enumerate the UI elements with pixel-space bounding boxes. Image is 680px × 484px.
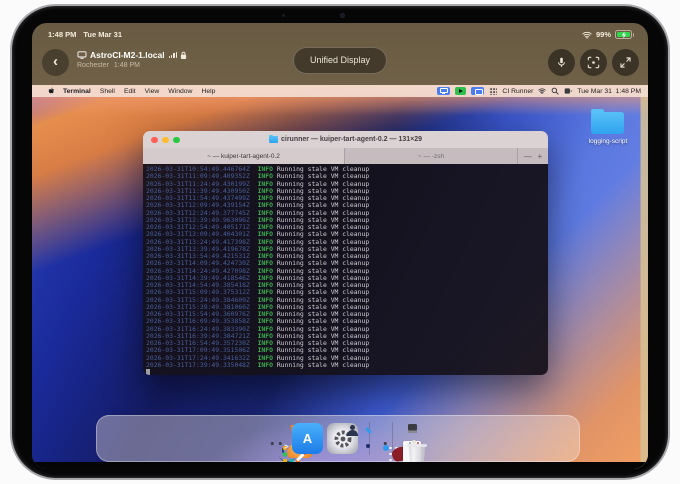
screen-capture-icon bbox=[587, 56, 600, 69]
close-window-button[interactable] bbox=[151, 137, 158, 144]
play-status-icon[interactable] bbox=[455, 87, 466, 96]
dots-grid-status-icon[interactable] bbox=[489, 87, 497, 95]
new-tab-button[interactable]: + bbox=[538, 152, 543, 161]
running-indicator bbox=[279, 442, 282, 445]
fullscreen-icon bbox=[619, 56, 632, 69]
window-folder-icon bbox=[269, 136, 278, 143]
terminal-content[interactable]: 2026-03-31T10:54:49.446764Z INFO Running… bbox=[143, 164, 548, 375]
ambient-sensor bbox=[282, 14, 285, 17]
device-info[interactable]: AstroCI-M2-1.local Rochester 1:48 PM bbox=[77, 50, 187, 69]
tab-kuiper-tart-agent[interactable]: ~ — kuiper-tart-agent-0.2 bbox=[143, 148, 345, 164]
zoom-window-button[interactable] bbox=[173, 137, 180, 144]
chevron-left-icon: ‹ bbox=[53, 53, 58, 70]
terminal-cursor bbox=[146, 369, 150, 375]
log-line: 2026-03-31T17:39:49.335048Z INFO Running… bbox=[146, 362, 548, 369]
letterbox-bar bbox=[32, 462, 648, 469]
running-indicator bbox=[271, 442, 274, 445]
camera-status-icon[interactable] bbox=[471, 87, 484, 96]
menu-edit[interactable]: Edit bbox=[124, 88, 136, 95]
macos-menu-bar: Terminal Shell Edit View Window Help CI … bbox=[32, 85, 648, 97]
desktop-folder-label: logging-script bbox=[572, 138, 644, 145]
apple-logo-icon[interactable] bbox=[48, 87, 55, 95]
charging-bolt-icon bbox=[620, 31, 628, 39]
status-time: 1:48 PM bbox=[48, 30, 76, 39]
session-location: Rochester bbox=[77, 62, 109, 69]
running-indicator bbox=[384, 442, 387, 445]
fullscreen-button[interactable] bbox=[612, 49, 639, 76]
battery-icon bbox=[615, 30, 632, 39]
host-name: AstroCI-M2-1.local bbox=[90, 50, 165, 60]
user-switch-icon[interactable] bbox=[564, 87, 572, 95]
menu-view[interactable]: View bbox=[145, 88, 160, 95]
status-bar: 1:48 PM Tue Mar 31 99% bbox=[32, 23, 648, 42]
signal-bars-icon bbox=[169, 52, 177, 58]
ci-runner-status-item[interactable]: CI Runner bbox=[502, 88, 533, 95]
lock-icon bbox=[180, 51, 187, 60]
battery-percent: 99% bbox=[596, 30, 611, 39]
dock: A bbox=[96, 415, 580, 462]
display-icon bbox=[77, 51, 87, 59]
minimize-window-button[interactable] bbox=[162, 137, 169, 144]
dock-divider bbox=[369, 422, 370, 455]
wifi-icon bbox=[582, 31, 592, 39]
tab-dash-icon: — bbox=[524, 152, 532, 161]
status-date: Tue Mar 31 bbox=[83, 30, 122, 39]
app-store-icon: A bbox=[292, 423, 323, 454]
back-button[interactable]: ‹ bbox=[42, 49, 69, 76]
unified-display-button[interactable]: Unified Display bbox=[293, 47, 387, 74]
menu-wifi-icon[interactable] bbox=[538, 87, 546, 95]
microphone-icon bbox=[555, 56, 568, 69]
menu-shell[interactable]: Shell bbox=[100, 88, 115, 95]
menu-help[interactable]: Help bbox=[201, 88, 215, 95]
window-title: cirunner — kuiper-tart-agent-0.2 — 131×2… bbox=[281, 136, 422, 143]
front-camera-icon bbox=[340, 13, 345, 18]
tab-zsh[interactable]: ~ — -zsh bbox=[345, 148, 518, 164]
spotlight-search-icon[interactable] bbox=[551, 87, 559, 95]
screen-capture-button[interactable] bbox=[580, 49, 607, 76]
session-time: 1:48 PM bbox=[114, 62, 140, 69]
microphone-button[interactable] bbox=[548, 49, 575, 76]
dock-app-store[interactable]: A bbox=[292, 423, 323, 454]
terminal-window: cirunner — kuiper-tart-agent-0.2 — 131×2… bbox=[143, 131, 548, 375]
screen: 1:48 PM Tue Mar 31 99% ‹ bbox=[32, 23, 648, 469]
menu-bar-clock[interactable]: Tue Mar 31 1:48 PM bbox=[577, 88, 641, 95]
screen-sharing-status-icon[interactable] bbox=[437, 87, 450, 96]
terminal-tab-bar: ~ — kuiper-tart-agent-0.2 ~ — -zsh — + bbox=[143, 148, 548, 164]
desktop-folder-icon[interactable] bbox=[591, 112, 624, 134]
ipad-device: 1:48 PM Tue Mar 31 99% ‹ bbox=[10, 4, 670, 480]
remote-desktop: Terminal Shell Edit View Window Help CI … bbox=[32, 85, 648, 469]
menu-window[interactable]: Window bbox=[168, 88, 192, 95]
menu-app-name[interactable]: Terminal bbox=[63, 88, 91, 95]
terminal-title-bar[interactable]: cirunner — kuiper-tart-agent-0.2 — 131×2… bbox=[143, 131, 548, 148]
